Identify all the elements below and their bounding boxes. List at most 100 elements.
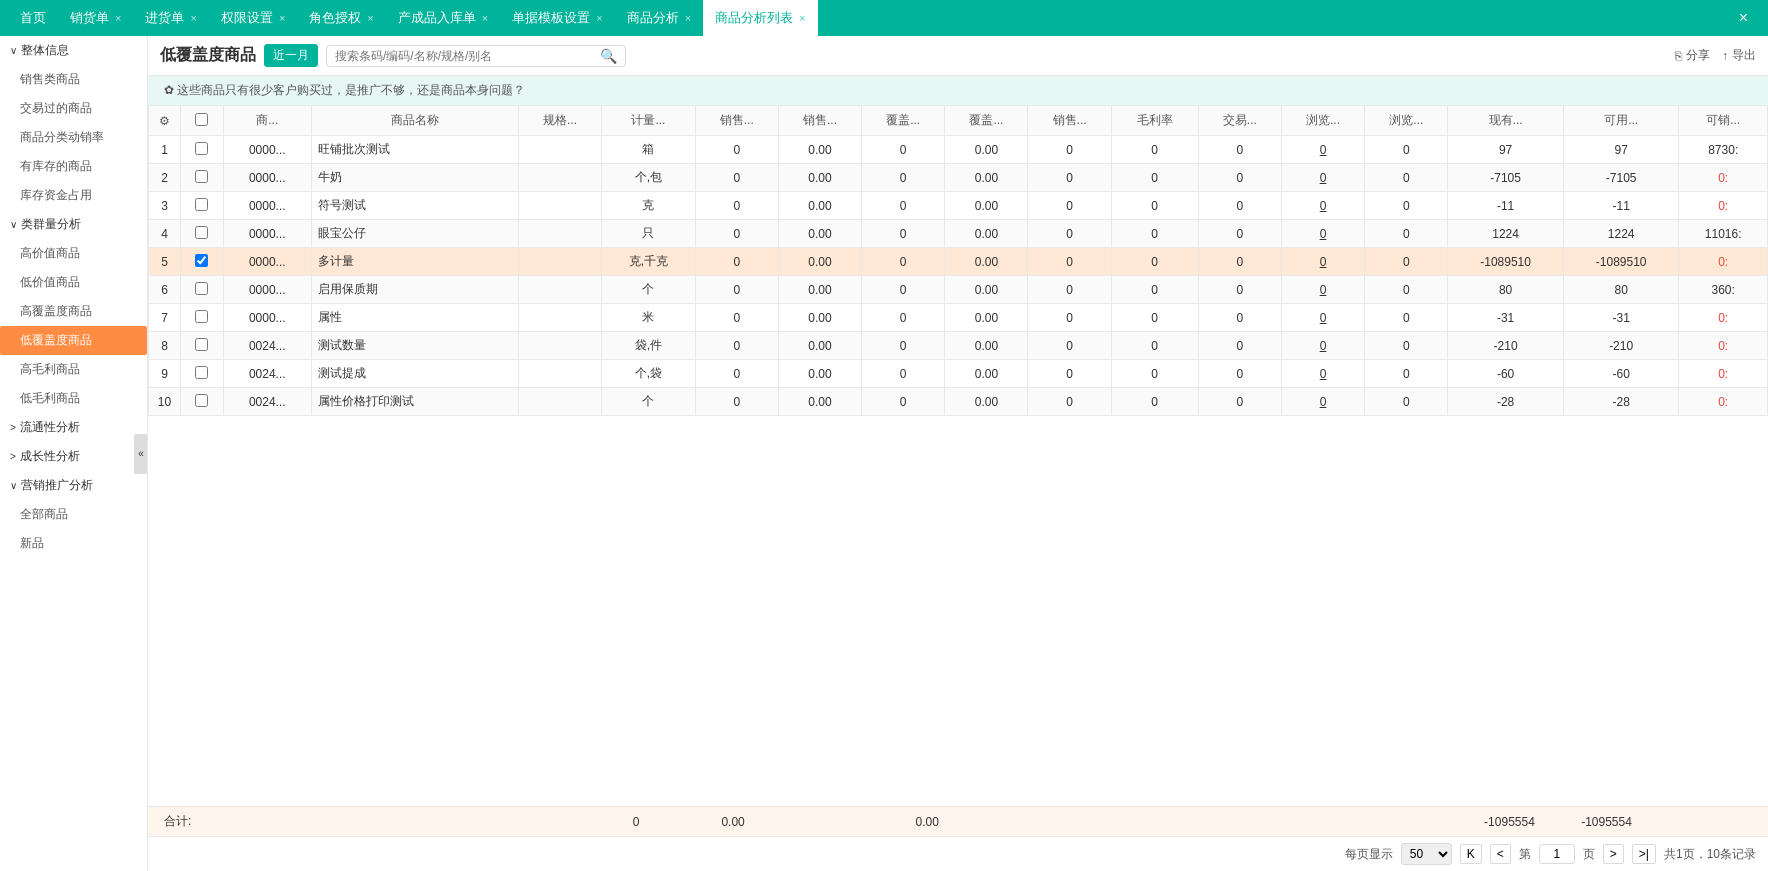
row-checkbox[interactable] [181,164,224,192]
row-checkbox[interactable] [181,220,224,248]
search-input[interactable] [335,49,600,63]
row-spec [518,388,601,416]
share-button[interactable]: ⎘ 分享 [1675,47,1710,64]
row-checkbox[interactable] [181,332,224,360]
sidebar-item-low-margin[interactable]: 低毛利商品 [0,384,147,413]
page-prefix-label: 第 [1519,846,1531,863]
table-row: 1 0000... 旺铺批次测试 箱 0 0.00 0 0.00 0 0 0 0… [149,136,1768,164]
nav-product-storage[interactable]: 产成品入库单 × [386,0,500,36]
data-table-container[interactable]: ⚙ 商... 商品名称 规格... 计量... 销售... 销售... 覆盖..… [148,105,1768,806]
select-all-checkbox[interactable] [195,113,208,126]
nav-close-icon[interactable]: × [799,12,805,24]
sidebar-item-high-coverage[interactable]: 高覆盖度商品 [0,297,147,326]
row-browse1[interactable]: 0 [1281,136,1364,164]
column-coverage1: 覆盖... [862,106,945,136]
page-number-input[interactable] [1539,844,1575,864]
window-close-button[interactable]: × [1727,9,1760,27]
export-button[interactable]: ↑ 导出 [1722,47,1756,64]
row-browse2: 0 [1365,136,1448,164]
nav-product-analysis-list[interactable]: 商品分析列表 × [703,0,817,36]
row-coverage2: 0.00 [945,136,1028,164]
sidebar-item-all-goods[interactable]: 全部商品 [0,500,147,529]
row-transaction: 0 [1198,192,1281,220]
first-page-button[interactable]: K [1460,844,1482,864]
nav-template-settings[interactable]: 单据模板设置 × [500,0,614,36]
row-browse1[interactable]: 0 [1281,192,1364,220]
row-browse1[interactable]: 0 [1281,332,1364,360]
row-checkbox[interactable] [181,192,224,220]
row-browse1[interactable]: 0 [1281,276,1364,304]
next-page-button[interactable]: > [1603,844,1624,864]
row-stock1: -31 [1448,304,1564,332]
nav-home[interactable]: 首页 [8,0,58,36]
nav-close-icon[interactable]: × [115,12,121,24]
row-sales1: 0 [695,220,778,248]
row-checkbox[interactable] [181,360,224,388]
row-unit: 个 [602,276,696,304]
row-name: 符号测试 [311,192,518,220]
row-checkbox[interactable] [181,248,224,276]
nav-close-icon[interactable]: × [596,12,602,24]
row-sales2: 0.00 [778,276,861,304]
sidebar-collapse-button[interactable]: « [134,434,148,474]
sidebar-item-new-goods[interactable]: 新品 [0,529,147,558]
nav-sales-order[interactable]: 销货单 × [58,0,133,36]
nav-close-icon[interactable]: × [279,12,285,24]
sidebar-item-high-value[interactable]: 高价值商品 [0,239,147,268]
row-browse1[interactable]: 0 [1281,388,1364,416]
sidebar-item-stock-capital[interactable]: 库存资金占用 [0,181,147,210]
sidebar-item-low-value[interactable]: 低价值商品 [0,268,147,297]
row-checkbox[interactable] [181,388,224,416]
chevron-down-icon: ∨ [10,219,17,230]
sidebar-section-marketing[interactable]: ∨ 营销推广分析 [0,471,147,500]
nav-product-analysis[interactable]: 商品分析 × [615,0,703,36]
row-checkbox[interactable] [181,136,224,164]
row-browse1[interactable]: 0 [1281,304,1364,332]
nav-role-auth[interactable]: 角色授权 × [297,0,385,36]
total-info: 共1页，10条记录 [1664,846,1756,863]
per-page-select[interactable]: 20 50 100 200 [1401,843,1452,865]
row-browse1[interactable]: 0 [1281,248,1364,276]
nav-purchase-order[interactable]: 进货单 × [133,0,208,36]
row-name: 属性价格打印测试 [311,388,518,416]
nav-close-icon[interactable]: × [685,12,691,24]
filter-recent-month-button[interactable]: 近一月 [264,44,318,67]
row-sellable: 0: [1679,332,1768,360]
row-browse1[interactable]: 0 [1281,164,1364,192]
search-icon[interactable]: 🔍 [600,48,617,64]
row-unit: 个 [602,388,696,416]
sidebar-item-sales-goods[interactable]: 销售类商品 [0,65,147,94]
sidebar-section-liquidity[interactable]: > 流通性分析 [0,413,147,442]
row-checkbox[interactable] [181,276,224,304]
header-actions: ⎘ 分享 ↑ 导出 [1675,47,1756,64]
sidebar-item-low-coverage[interactable]: 低覆盖度商品 [0,326,147,355]
sidebar-section-overall[interactable]: ∨ 整体信息 [0,36,147,65]
prev-page-button[interactable]: < [1490,844,1511,864]
nav-close-icon[interactable]: × [190,12,196,24]
row-sales2: 0.00 [778,136,861,164]
row-coverage2: 0.00 [945,332,1028,360]
row-code: 0000... [223,304,311,332]
sidebar-item-traded-goods[interactable]: 交易过的商品 [0,94,147,123]
sidebar-item-sales-rate[interactable]: 商品分类动销率 [0,123,147,152]
table-row: 2 0000... 牛奶 个,包 0 0.00 0 0.00 0 0 0 0 0… [149,164,1768,192]
nav-close-icon[interactable]: × [367,12,373,24]
column-checkbox[interactable] [181,106,224,136]
sidebar-item-high-margin[interactable]: 高毛利商品 [0,355,147,384]
column-settings[interactable]: ⚙ [149,106,181,136]
row-checkbox[interactable] [181,304,224,332]
sidebar-section-cluster[interactable]: ∨ 类群量分析 [0,210,147,239]
last-page-button[interactable]: >| [1632,844,1656,864]
row-sales2: 0.00 [778,388,861,416]
row-browse1[interactable]: 0 [1281,360,1364,388]
nav-permission[interactable]: 权限设置 × [209,0,297,36]
row-code: 0000... [223,248,311,276]
nav-close-icon[interactable]: × [482,12,488,24]
sidebar-section-growth[interactable]: > 成长性分析 [0,442,147,471]
row-sales1: 0 [695,276,778,304]
row-sales1: 0 [695,192,778,220]
row-coverage2: 0.00 [945,248,1028,276]
row-browse1[interactable]: 0 [1281,220,1364,248]
sidebar-item-stock-goods[interactable]: 有库存的商品 [0,152,147,181]
footer-cells: 0 0.00 0.00 -1095554 -1095554 [199,815,1752,829]
